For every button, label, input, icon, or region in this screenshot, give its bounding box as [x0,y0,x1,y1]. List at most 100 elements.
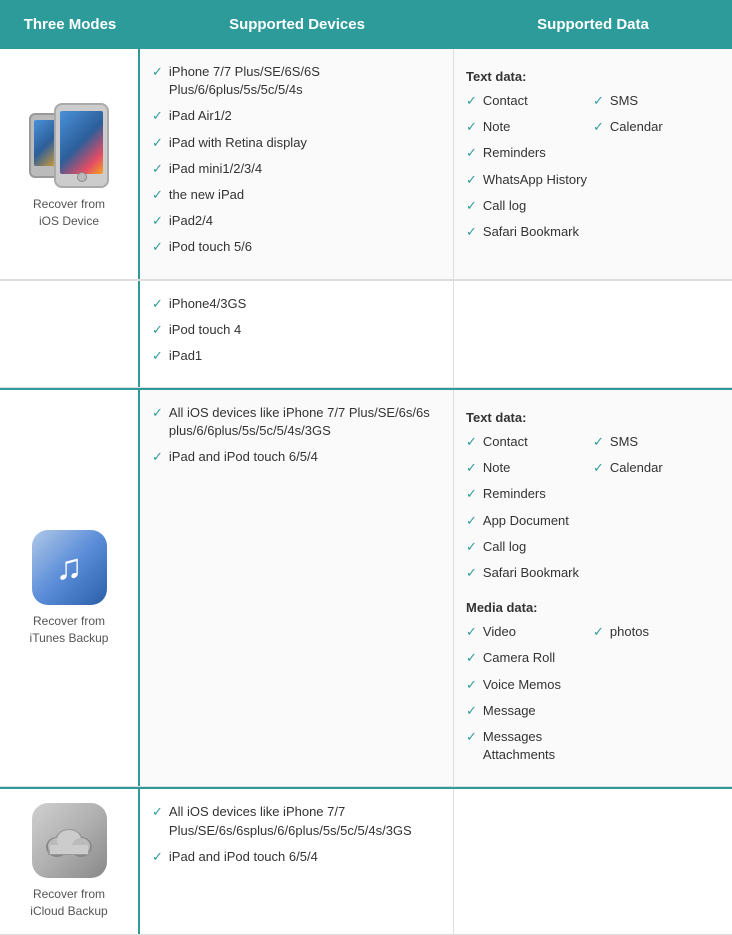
checkmark-icon: ✓ [152,186,163,204]
data-cell-ios-extra [454,281,732,388]
checkmark-icon: ✓ [466,623,477,641]
checkmark-icon: ✓ [466,538,477,556]
list-item: ✓ Call log [466,538,593,556]
checkmark-icon: ✓ [152,448,163,466]
row-itunes: ♫ Recover fromiTunes Backup ✓ All iOS de… [0,388,732,787]
checkmark-icon: ✓ [152,803,163,821]
checkmark-icon: ✓ [466,433,477,451]
checkmark-icon: ✓ [466,485,477,503]
checkmark-icon: ✓ [152,404,163,422]
text-data-title-itunes: Text data: [466,410,720,425]
list-item: ✓ iPod touch 5/6 [152,238,441,256]
mode-cell-empty1 [0,281,140,388]
header-data: Supported Data [454,0,732,49]
checkmark-icon: ✓ [466,144,477,162]
list-item: ✓ iPad1 [152,347,441,365]
cloud-svg-icon [45,825,93,857]
checkmark-icon: ✓ [152,321,163,339]
devices-cell-ios: ✓ iPhone 7/7 Plus/SE/6S/6S Plus/6/6plus/… [140,49,454,279]
list-item: ✓ iPhone 7/7 Plus/SE/6S/6S Plus/6/6plus/… [152,63,441,99]
list-item: ✓ Calendar [593,118,720,136]
list-item: ✓ iPad2/4 [152,212,441,230]
checkmark-icon: ✓ [152,134,163,152]
text-data-grid-ios: ✓ Contact ✓ Note ✓ Reminders ✓ [466,92,720,249]
checkmark-icon: ✓ [466,92,477,110]
list-item: ✓ the new iPad [152,186,441,204]
list-item: ✓ Contact [466,92,593,110]
list-item: ✓ iPhone4/3GS [152,295,441,313]
checkmark-icon: ✓ [466,118,477,136]
iphone-icon-group [29,98,109,188]
mode-label-itunes: Recover fromiTunes Backup [30,613,109,647]
mode-label-icloud: Recover fromiCloud Backup [30,886,107,920]
itunes-icon: ♫ [32,530,107,605]
list-item: ✓ Note [466,459,593,477]
mode-cell-itunes: ♫ Recover fromiTunes Backup [0,390,140,786]
list-item: ✓ Reminders [466,144,593,162]
text-data-grid-itunes: ✓ Contact ✓ Note ✓ Reminders ✓ [466,433,720,590]
checkmark-icon: ✓ [466,564,477,582]
list-item: ✓ App Document [466,512,593,530]
checkmark-icon: ✓ [593,459,604,477]
header-devices: Supported Devices [140,0,454,49]
checkmark-icon: ✓ [466,676,477,694]
data-cell-itunes: Text data: ✓ Contact ✓ Note ✓ R [454,390,732,786]
checkmark-icon: ✓ [152,63,163,81]
list-item: ✓ iPad Air1/2 [152,107,441,125]
checkmark-icon: ✓ [152,212,163,230]
header-mode: Three Modes [0,0,140,49]
checkmark-icon: ✓ [466,197,477,215]
media-data-title-itunes: Media data: [466,600,720,615]
iphone-large-icon [54,103,109,188]
checkmark-icon: ✓ [466,171,477,189]
checkmark-icon: ✓ [466,512,477,530]
mode-label-ios: Recover fromiOS Device [33,196,105,230]
data-cell-ios: Text data: ✓ Contact ✓ Note ✓ R [454,49,732,279]
list-item: ✓ All iOS devices like iPhone 7/7 Plus/S… [152,404,441,440]
media-data-grid-itunes: ✓ Video ✓ Camera Roll ✓ Voice Memos ✓ [466,623,720,772]
list-item: ✓ Note [466,118,593,136]
text-data-section-itunes: Text data: ✓ Contact ✓ Note ✓ R [466,410,720,590]
list-item: ✓ iPod touch 4 [152,321,441,339]
list-item: ✓ iPad and iPod touch 6/5/4 [152,848,441,866]
list-item: ✓ SMS [593,433,720,451]
text-data-section-ios: Text data: ✓ Contact ✓ Note ✓ R [466,69,720,249]
text-data-title-ios: Text data: [466,69,720,84]
checkmark-icon: ✓ [466,702,477,720]
row-ios-device-extra: ✓ iPhone4/3GS ✓ iPod touch 4 ✓ iPad1 [0,280,732,389]
checkmark-icon: ✓ [466,223,477,241]
list-item: ✓ photos [593,623,720,641]
mode-cell-ios: Recover fromiOS Device [0,49,140,279]
checkmark-icon: ✓ [593,433,604,451]
checkmark-icon: ✓ [152,848,163,866]
list-item: ✓ Call log [466,197,593,215]
list-item: ✓ Safari Bookmark [466,564,593,582]
list-item: ✓ Safari Bookmark [466,223,593,241]
media-data-section-itunes: Media data: ✓ Video ✓ Camera Roll ✓ [466,600,720,772]
checkmark-icon: ✓ [466,459,477,477]
checkmark-icon: ✓ [593,92,604,110]
list-item: ✓ Message [466,702,593,720]
checkmark-icon: ✓ [466,728,477,746]
checkmark-icon: ✓ [593,118,604,136]
list-item: ✓ Reminders [466,485,593,503]
checkmark-icon: ✓ [466,649,477,667]
checkmark-icon: ✓ [593,623,604,641]
list-item: ✓ Calendar [593,459,720,477]
list-item: ✓ Voice Memos [466,676,593,694]
page-container: Three Modes Supported Devices Supported … [0,0,732,935]
music-note-icon: ♫ [56,546,83,588]
list-item: ✓ iPad with Retina display [152,134,441,152]
devices-cell-icloud: ✓ All iOS devices like iPhone 7/7 Plus/S… [140,789,454,934]
list-item: ✓ WhatsApp History [466,171,593,189]
checkmark-icon: ✓ [152,160,163,178]
checkmark-icon: ✓ [152,238,163,256]
list-item: ✓ Video [466,623,593,641]
list-item: ✓ Contact [466,433,593,451]
data-cell-icloud [454,789,732,934]
table-header: Three Modes Supported Devices Supported … [0,0,732,49]
list-item: ✓ SMS [593,92,720,110]
list-item: ✓ Camera Roll [466,649,593,667]
list-item: ✓ All iOS devices like iPhone 7/7 Plus/S… [152,803,441,839]
devices-cell-itunes: ✓ All iOS devices like iPhone 7/7 Plus/S… [140,390,454,786]
